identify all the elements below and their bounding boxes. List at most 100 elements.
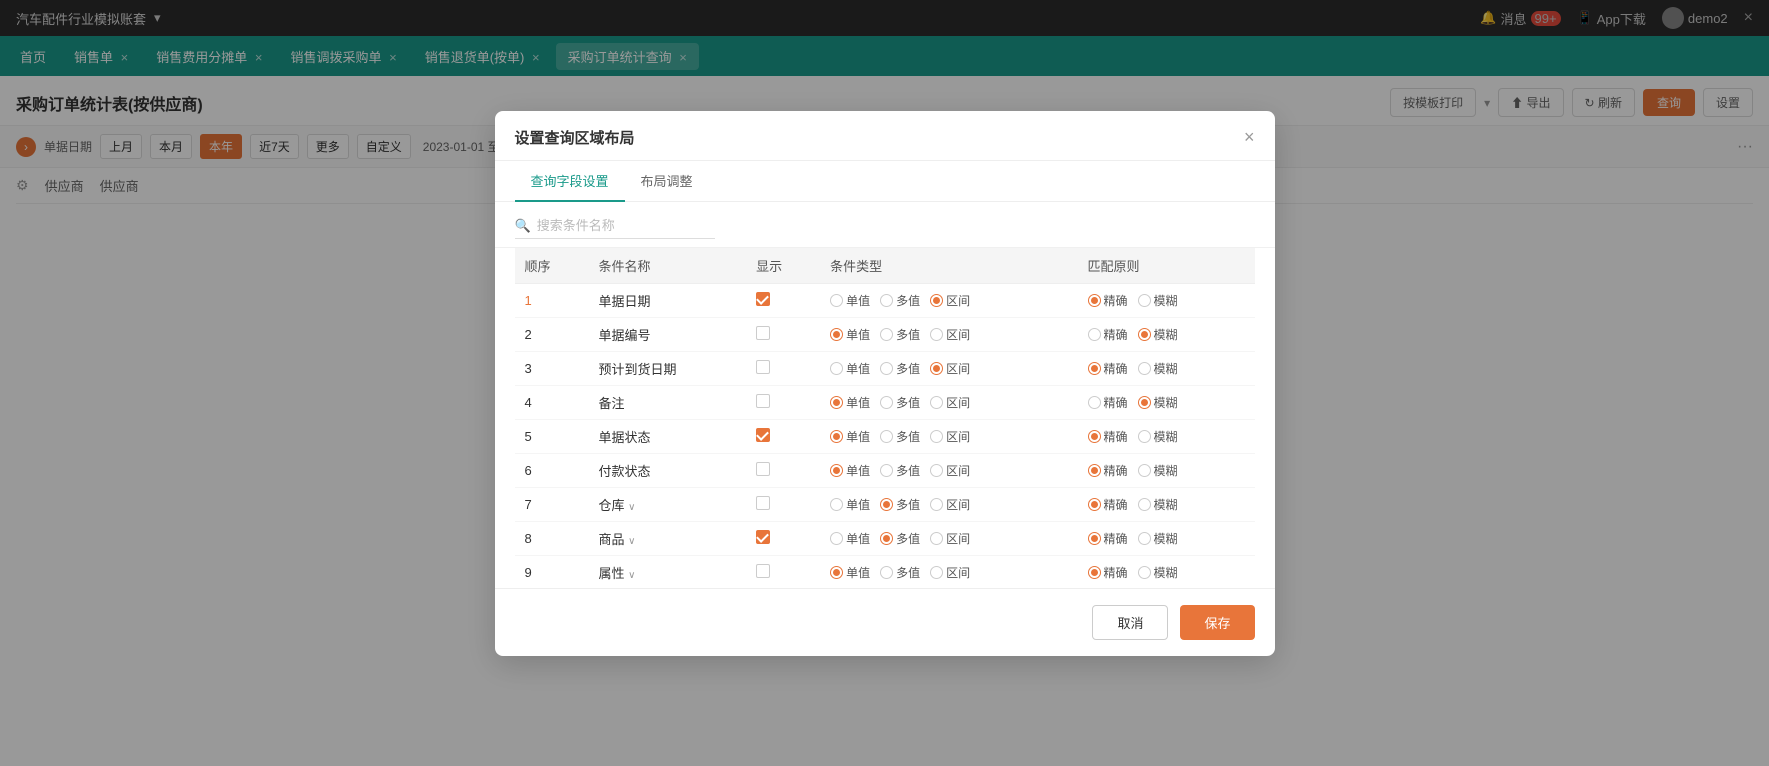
radio-type-单值[interactable]: 单值 [830, 326, 870, 343]
cell-show[interactable] [746, 555, 820, 588]
radio-type-多值[interactable]: 多值 [880, 462, 920, 479]
radio-type-区间[interactable]: 区间 [930, 360, 970, 377]
tab-query-fields[interactable]: 查询字段设置 [515, 161, 625, 202]
radio-type-区间[interactable]: 区间 [930, 326, 970, 343]
radio-type-区间[interactable]: 区间 [930, 496, 970, 513]
radio-type-多值[interactable]: 多值 [880, 496, 920, 513]
cell-show[interactable] [746, 283, 820, 317]
search-input[interactable] [537, 218, 697, 233]
radio-match-模糊[interactable]: 模糊 [1138, 564, 1178, 581]
table-row: 1单据日期单值多值区间精确模糊 [515, 283, 1255, 317]
show-checkbox[interactable] [756, 360, 770, 374]
radio-type-单值[interactable]: 单值 [830, 428, 870, 445]
radio-type-多值[interactable]: 多值 [880, 326, 920, 343]
radio-match-精确[interactable]: 精确 [1088, 496, 1128, 513]
radio-type-多值[interactable]: 多值 [880, 292, 920, 309]
radio-type-区间[interactable]: 区间 [930, 394, 970, 411]
radio-type-区间[interactable]: 区间 [930, 564, 970, 581]
cell-show[interactable] [746, 419, 820, 453]
cell-order: 2 [515, 317, 589, 351]
radio-match-模糊[interactable]: 模糊 [1138, 326, 1178, 343]
radio-type-区间[interactable]: 区间 [930, 292, 970, 309]
radio-match-模糊[interactable]: 模糊 [1138, 394, 1178, 411]
radio-match-精确[interactable]: 精确 [1088, 564, 1128, 581]
radio-type-多值[interactable]: 多值 [880, 428, 920, 445]
radio-type-单值[interactable]: 单值 [830, 462, 870, 479]
show-checkbox[interactable] [756, 428, 770, 442]
dialog-close-btn[interactable]: × [1244, 128, 1255, 146]
cell-name: 属性 ∨ [589, 555, 747, 588]
cell-type: 单值多值区间 [820, 555, 1077, 588]
cell-show[interactable] [746, 317, 820, 351]
show-checkbox[interactable] [756, 496, 770, 510]
cell-show[interactable] [746, 351, 820, 385]
cell-order: 7 [515, 487, 589, 521]
cell-name: 单据状态 [589, 419, 747, 453]
radio-match-精确[interactable]: 精确 [1088, 530, 1128, 547]
table-header-row: 顺序 条件名称 显示 条件类型 匹配原则 [515, 248, 1255, 284]
radio-match-模糊[interactable]: 模糊 [1138, 530, 1178, 547]
cell-name: 仓库 ∨ [589, 487, 747, 521]
radio-type-多值[interactable]: 多值 [880, 564, 920, 581]
table-row: 9属性 ∨单值多值区间精确模糊 [515, 555, 1255, 588]
save-button[interactable]: 保存 [1180, 605, 1254, 640]
cell-show[interactable] [746, 487, 820, 521]
radio-type-单值[interactable]: 单值 [830, 292, 870, 309]
cell-name: 商品 ∨ [589, 521, 747, 555]
cell-show[interactable] [746, 521, 820, 555]
radio-match-精确[interactable]: 精确 [1088, 360, 1128, 377]
tab-layout[interactable]: 布局调整 [625, 161, 709, 202]
radio-type-多值[interactable]: 多值 [880, 530, 920, 547]
dialog-title: 设置查询区域布局 [515, 127, 635, 148]
radio-type-区间[interactable]: 区间 [930, 530, 970, 547]
dropdown-icon[interactable]: ∨ [628, 570, 635, 581]
dropdown-icon[interactable]: ∨ [628, 502, 635, 513]
radio-match-模糊[interactable]: 模糊 [1138, 428, 1178, 445]
radio-match-模糊[interactable]: 模糊 [1138, 496, 1178, 513]
dropdown-icon[interactable]: ∨ [628, 536, 635, 547]
radio-type-区间[interactable]: 区间 [930, 462, 970, 479]
table-row: 6付款状态单值多值区间精确模糊 [515, 453, 1255, 487]
cell-order: 4 [515, 385, 589, 419]
show-checkbox[interactable] [756, 462, 770, 476]
cell-name: 备注 [589, 385, 747, 419]
cancel-button[interactable]: 取消 [1092, 605, 1168, 640]
cell-name: 付款状态 [589, 453, 747, 487]
radio-type-区间[interactable]: 区间 [930, 428, 970, 445]
cell-match: 精确模糊 [1078, 317, 1255, 351]
show-checkbox[interactable] [756, 530, 770, 544]
table-row: 7仓库 ∨ 单值多值区间 精确模糊 [515, 487, 1255, 521]
cell-order: 8 [515, 521, 589, 555]
dialog-header: 设置查询区域布局 × [495, 111, 1275, 161]
radio-type-单值[interactable]: 单值 [830, 530, 870, 547]
cell-show[interactable] [746, 453, 820, 487]
cell-match: 精确模糊 [1078, 555, 1255, 588]
radio-match-精确[interactable]: 精确 [1088, 292, 1128, 309]
th-show: 显示 [746, 248, 820, 284]
th-order: 顺序 [515, 248, 589, 284]
show-checkbox[interactable] [756, 394, 770, 408]
radio-type-单值[interactable]: 单值 [830, 394, 870, 411]
radio-match-精确[interactable]: 精确 [1088, 394, 1128, 411]
table-row: 8商品 ∨ 单值多值区间 精确模糊 [515, 521, 1255, 555]
table-row: 4备注 单值多值区间 精确模糊 [515, 385, 1255, 419]
radio-type-多值[interactable]: 多值 [880, 360, 920, 377]
cell-match: 精确模糊 [1078, 521, 1255, 555]
show-checkbox[interactable] [756, 326, 770, 340]
radio-type-单值[interactable]: 单值 [830, 564, 870, 581]
radio-match-模糊[interactable]: 模糊 [1138, 462, 1178, 479]
radio-match-模糊[interactable]: 模糊 [1138, 292, 1178, 309]
radio-match-模糊[interactable]: 模糊 [1138, 360, 1178, 377]
radio-match-精确[interactable]: 精确 [1088, 326, 1128, 343]
cell-order: 9 [515, 555, 589, 588]
show-checkbox[interactable] [756, 292, 770, 306]
th-match: 匹配原则 [1078, 248, 1255, 284]
show-checkbox[interactable] [756, 564, 770, 578]
radio-match-精确[interactable]: 精确 [1088, 462, 1128, 479]
radio-type-多值[interactable]: 多值 [880, 394, 920, 411]
radio-type-单值[interactable]: 单值 [830, 496, 870, 513]
radio-type-单值[interactable]: 单值 [830, 360, 870, 377]
cell-show[interactable] [746, 385, 820, 419]
table-row: 3预计到货日期单值多值区间精确模糊 [515, 351, 1255, 385]
radio-match-精确[interactable]: 精确 [1088, 428, 1128, 445]
